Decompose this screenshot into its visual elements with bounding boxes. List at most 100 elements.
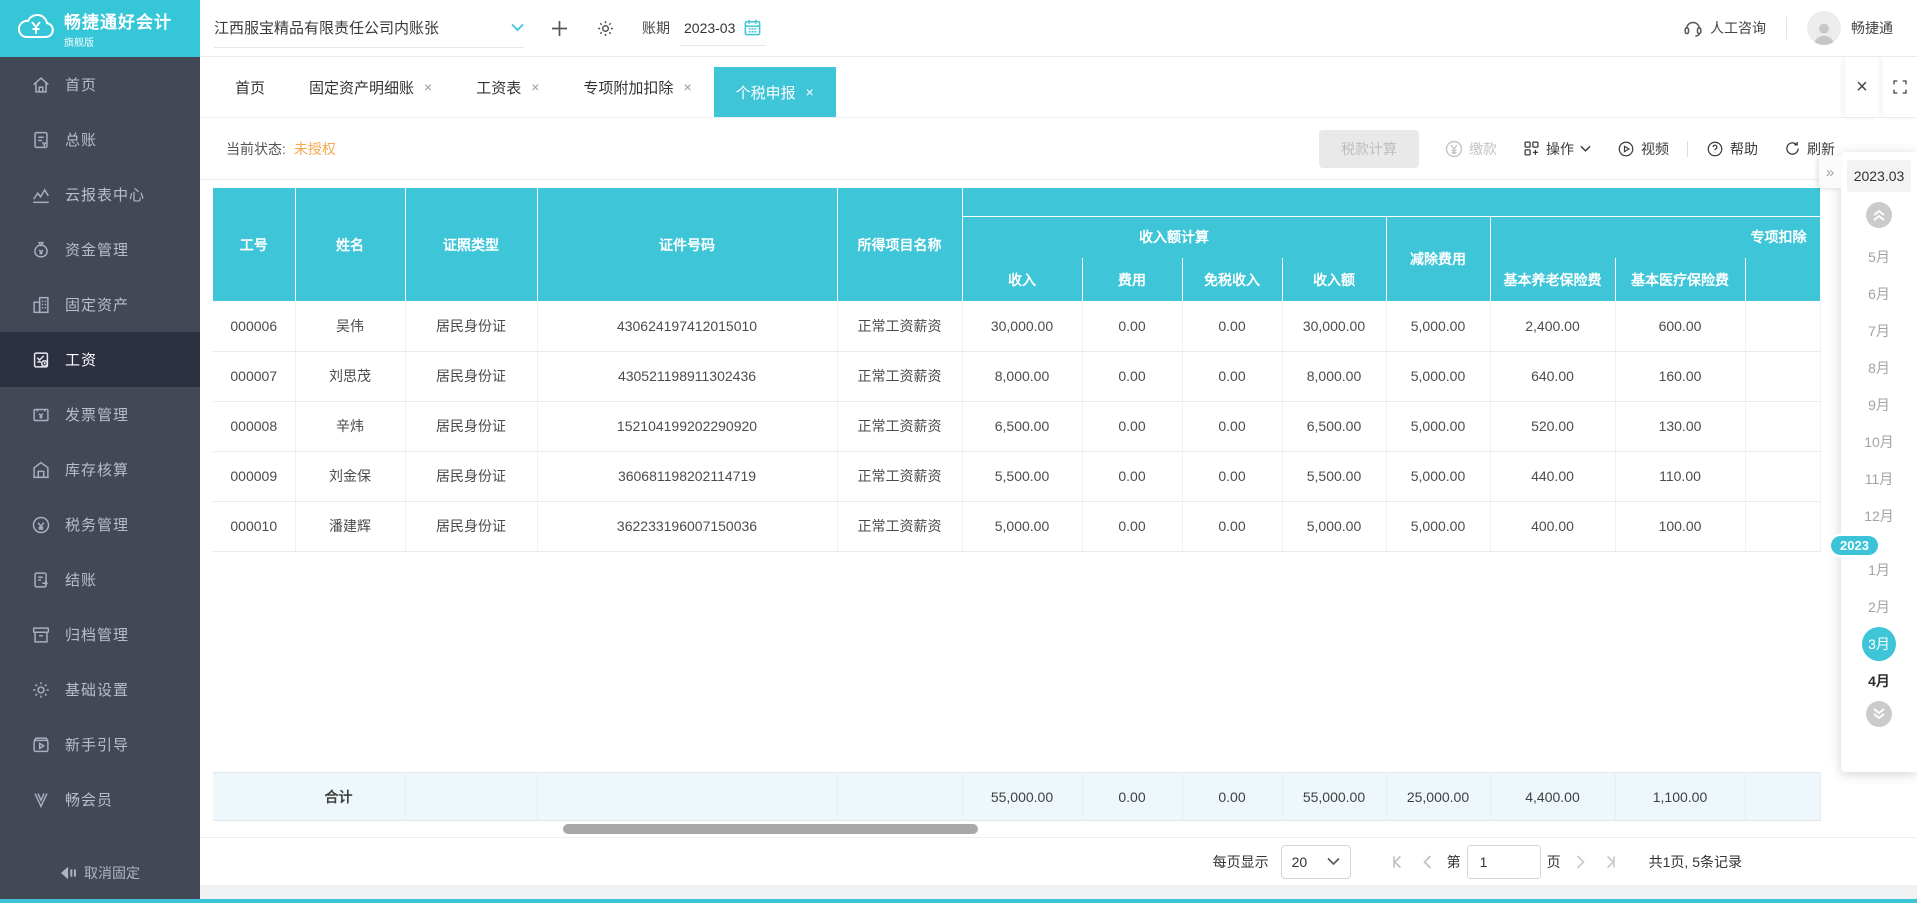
cloud-yen-logo-icon	[16, 13, 56, 43]
close-icon[interactable]: ×	[683, 80, 691, 94]
scroll-up-button[interactable]	[1866, 202, 1892, 228]
column-header[interactable]: 基本养老保险费	[1490, 258, 1616, 301]
per-page-select[interactable]: 20	[1280, 844, 1351, 879]
column-header[interactable]: 费用	[1082, 258, 1183, 301]
prev-page-button[interactable]	[1422, 854, 1433, 869]
table-cell: 5,000.00	[1386, 351, 1491, 402]
table-row[interactable]: 000008 辛炜 居民身份证 152104199202290920 正常工资薪资 6,5…	[213, 401, 1821, 452]
table-row[interactable]: 000006 吴伟 居民身份证 430624197412015010 正常工资薪资 30,…	[213, 301, 1821, 352]
tab-tax-filing[interactable]: 个税申报 ×	[713, 67, 836, 117]
sidebar-item-member[interactable]: 畅会员	[0, 772, 200, 827]
scroll-down-button[interactable]	[1866, 701, 1892, 727]
total-value: 55,000.00	[1282, 772, 1387, 821]
close-icon[interactable]: ×	[531, 80, 539, 94]
table-cell-clipped	[1745, 301, 1821, 352]
sidebar-item-invoice[interactable]: 发票管理	[0, 387, 200, 442]
sidebar-item-tax[interactable]: 税务管理	[0, 497, 200, 552]
column-header[interactable]: 所得项目名称	[837, 188, 963, 301]
month-item-8月[interactable]: 8月	[1841, 349, 1917, 386]
table-cell: 居民身份证	[405, 301, 538, 352]
month-label: 9月	[1868, 396, 1890, 413]
column-header[interactable]: 减除费用	[1386, 216, 1491, 301]
table-cell: 2,400.00	[1490, 301, 1616, 352]
next-page-button[interactable]	[1575, 854, 1586, 869]
add-account-button[interactable]	[550, 19, 569, 38]
month-item-4月[interactable]: 4月	[1841, 662, 1917, 699]
close-icon[interactable]: ×	[424, 80, 432, 94]
month-item-3月[interactable]: 3月	[1841, 625, 1917, 662]
month-label: 10月	[1864, 433, 1894, 450]
table-cell: 正常工资薪资	[837, 351, 963, 402]
first-page-button[interactable]	[1391, 855, 1406, 869]
month-item-10月[interactable]: 10月	[1841, 423, 1917, 460]
sidebar-item-general-ledger[interactable]: 总账	[0, 112, 200, 167]
tax-calc-button[interactable]: 税款计算	[1319, 129, 1419, 168]
column-header[interactable]: 工号	[213, 188, 296, 301]
page-number-input[interactable]	[1466, 844, 1541, 879]
sidebar-item-closing[interactable]: 结账	[0, 552, 200, 607]
month-item-5月[interactable]: 5月	[1841, 238, 1917, 275]
column-header[interactable]: 基本医疗保险费	[1615, 258, 1746, 301]
tab-home[interactable]: 首页	[213, 57, 287, 117]
column-header[interactable]: 收入额	[1282, 258, 1387, 301]
current-period[interactable]: 2023.03	[1846, 160, 1912, 192]
column-header[interactable]: 姓名	[295, 188, 406, 301]
gear-icon[interactable]	[595, 18, 616, 39]
column-header[interactable]: 收入	[962, 258, 1083, 301]
total-empty-cell	[837, 772, 963, 821]
collapse-panel-button[interactable]: »	[1819, 156, 1841, 188]
sidebar-item-label: 畅会员	[65, 792, 114, 809]
sidebar-item-guide[interactable]: 新手引导	[0, 717, 200, 772]
sidebar-item-salary[interactable]: 工资	[0, 332, 200, 387]
company-selector[interactable]: 江西服宝精品有限责任公司内账张	[214, 8, 524, 48]
tab-special-deduction[interactable]: 专项附加扣除 ×	[561, 57, 713, 117]
sidebar-item-home[interactable]: 首页	[0, 57, 200, 112]
sidebar-item-fixed-assets[interactable]: 固定资产	[0, 277, 200, 332]
member-icon	[30, 789, 52, 811]
human-consult-button[interactable]: 人工咨询	[1682, 17, 1766, 39]
sidebar-item-settings[interactable]: 基础设置	[0, 662, 200, 717]
table-cell: 0.00	[1182, 451, 1283, 502]
ledger-icon	[30, 129, 52, 151]
month-item-1月[interactable]: 1月	[1841, 551, 1917, 588]
month-item-2月[interactable]: 2月	[1841, 588, 1917, 625]
sidebar-item-label: 新手引导	[65, 737, 130, 754]
unpin-sidebar-button[interactable]: 取消固定	[0, 843, 200, 903]
scrollbar-thumb[interactable]	[563, 824, 978, 834]
last-page-button[interactable]	[1602, 855, 1617, 869]
help-button[interactable]: 帮助	[1706, 139, 1758, 159]
table-cell: 0.00	[1182, 301, 1283, 352]
action-menu-button[interactable]: 操作	[1523, 139, 1591, 159]
table-row[interactable]: 000007 刘思茂 居民身份证 430521198911302436 正常工资薪资 8,…	[213, 351, 1821, 402]
toolbar: 当前状态: 未授权 税款计算 缴款 操作 视频 帮助 刷新	[200, 118, 1917, 180]
pay-button[interactable]: 缴款	[1445, 139, 1497, 159]
month-item-11月[interactable]: 11月	[1841, 460, 1917, 497]
sidebar-item-funds[interactable]: 资金管理	[0, 222, 200, 277]
tab-salary-sheet[interactable]: 工资表 ×	[454, 57, 561, 117]
month-item-12月[interactable]: 12月	[1841, 497, 1917, 534]
month-label: 8月	[1868, 359, 1890, 376]
column-header[interactable]: 证件号码	[537, 188, 838, 301]
closing-icon	[30, 569, 52, 591]
avatar[interactable]	[1807, 11, 1841, 45]
month-item-9月[interactable]: 9月	[1841, 386, 1917, 423]
tab-fixed-asset-detail[interactable]: 固定资产明细账 ×	[287, 57, 454, 117]
fullscreen-button[interactable]	[1883, 57, 1917, 117]
table-row[interactable]: 000009 刘金保 居民身份证 360681198202114719 正常工资薪资 5,…	[213, 451, 1821, 502]
period-picker[interactable]: 2023-03	[680, 10, 767, 46]
video-button[interactable]: 视频	[1617, 139, 1669, 159]
table-row[interactable]: 000010 潘建辉 居民身份证 362233196007150036 正常工资薪资 5,…	[213, 501, 1821, 552]
table-cell: 刘金保	[295, 451, 406, 502]
column-header[interactable]: 免税收入	[1182, 258, 1283, 301]
close-icon[interactable]: ×	[806, 85, 814, 99]
table-cell: 0.00	[1082, 451, 1183, 502]
month-item-7月[interactable]: 7月	[1841, 312, 1917, 349]
sidebar-item-archive[interactable]: 归档管理	[0, 607, 200, 662]
settings-icon	[30, 679, 52, 701]
month-item-6月[interactable]: 6月	[1841, 275, 1917, 312]
tax-icon	[30, 514, 52, 536]
sidebar-item-inventory[interactable]: 库存核算	[0, 442, 200, 497]
column-header[interactable]: 证照类型	[405, 188, 538, 301]
sidebar-item-cloud-report[interactable]: 云报表中心	[0, 167, 200, 222]
close-tab-button[interactable]: ×	[1845, 57, 1879, 117]
